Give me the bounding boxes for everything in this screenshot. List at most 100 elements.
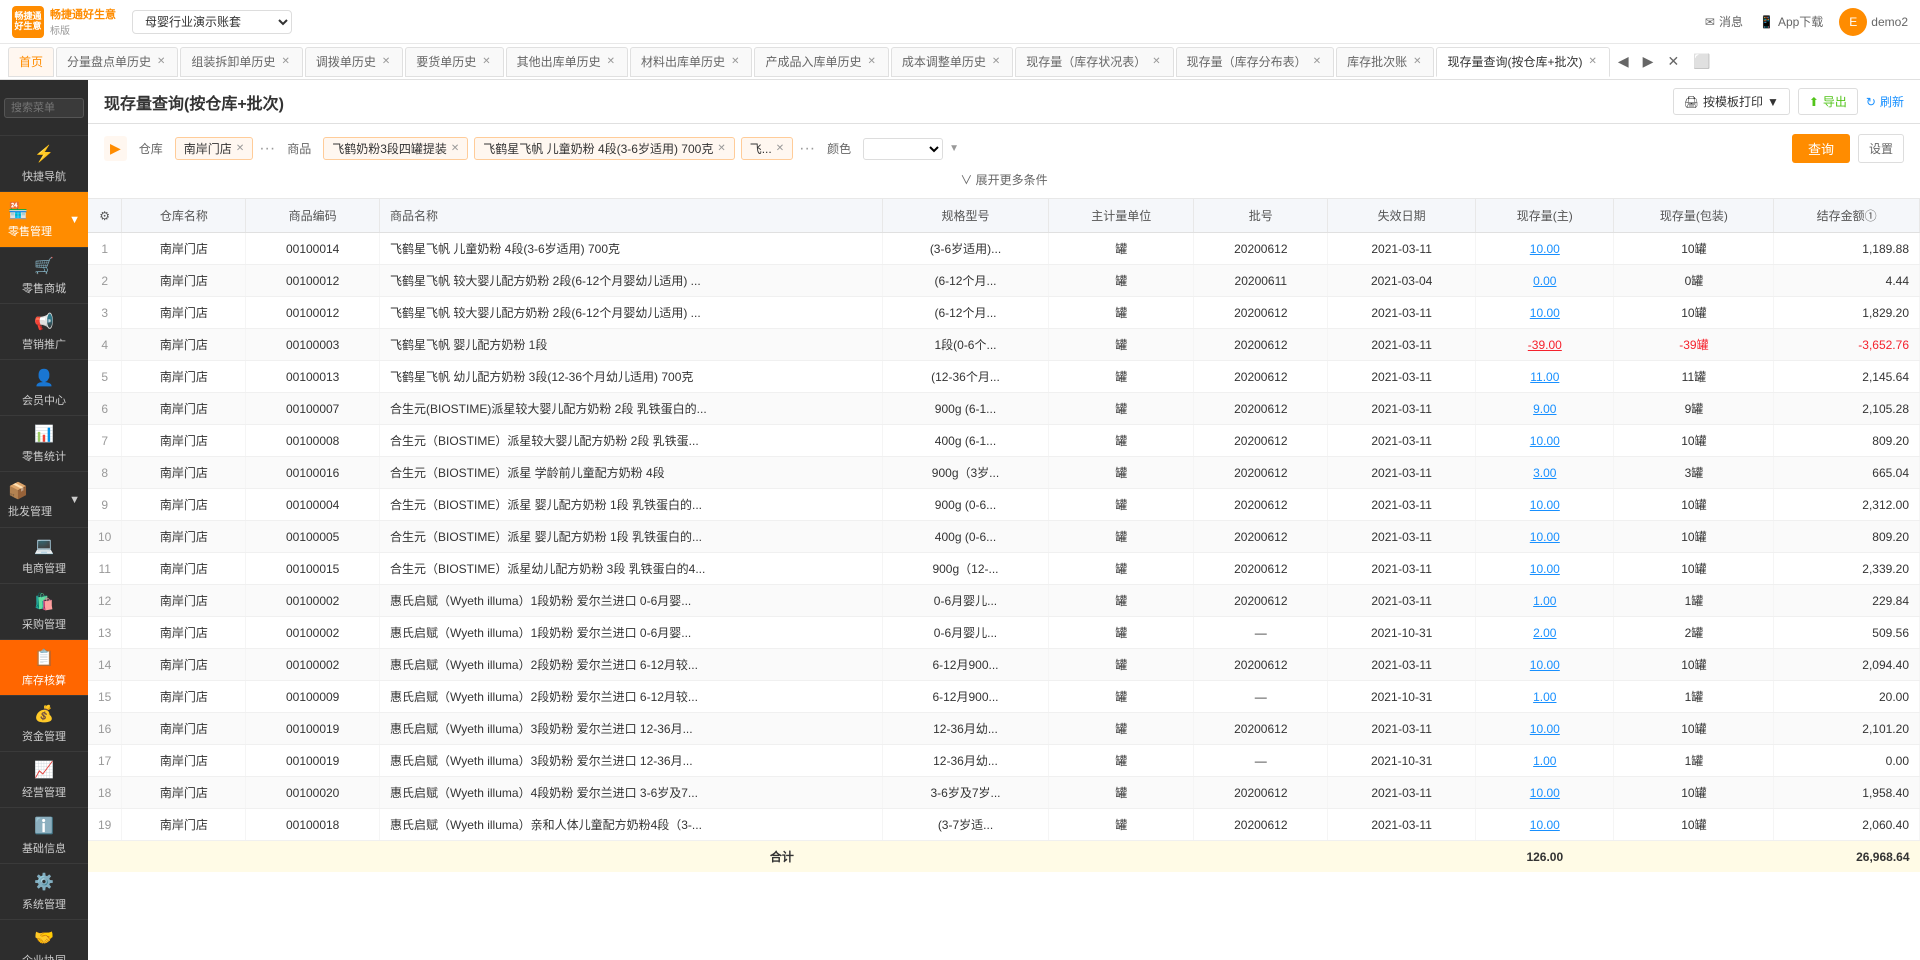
messages-btn[interactable]: ✉ 消息 <box>1705 13 1743 30</box>
tab-home[interactable]: 首页 <box>8 47 54 77</box>
tab-disassemble[interactable]: 组装拆卸单历史 ✕ <box>180 47 302 77</box>
product-tag-2-remove[interactable]: ✕ <box>717 143 725 154</box>
filter-expand-left-btn[interactable]: ▶ <box>104 136 127 161</box>
cell-warehouse: 南岸门店 <box>122 809 246 841</box>
tab-material-out-close[interactable]: ✕ <box>729 56 741 67</box>
sidebar-item-marketing[interactable]: 📢 营销推广 <box>0 304 88 360</box>
sidebar-item-member-center[interactable]: 👤 会员中心 <box>0 360 88 416</box>
product-tag-group: 飞鹤奶粉3段四罐提装 ✕ 飞鹤星飞帆 儿童奶粉 4段(3-6岁适用) 700克 … <box>323 137 815 160</box>
tab-close-all-btn[interactable]: ✕ <box>1661 49 1685 74</box>
tab-mix-close[interactable]: ✕ <box>380 56 392 67</box>
user-area[interactable]: E demo2 <box>1839 8 1908 36</box>
top-bar: 畅捷通好生意 畅捷通好生意 标版 母婴行业演示账套 ✉ 消息 📱 App下载 E… <box>0 0 1920 44</box>
app-download-btn[interactable]: 📱 App下载 <box>1759 13 1823 30</box>
table-row: 10 南岸门店 00100005 合生元（BIOSTIME）派星 婴儿配方奶粉 … <box>88 521 1920 553</box>
cell-code: 00100013 <box>246 361 380 393</box>
sidebar-item-system[interactable]: ⚙️ 系统管理 <box>0 864 88 920</box>
warehouse-more-btn[interactable]: ··· <box>259 140 275 158</box>
tab-stock-status[interactable]: 现存量（库存状况表） ✕ <box>1015 47 1173 77</box>
cell-code: 00100012 <box>246 297 380 329</box>
cell-batch: 20200612 <box>1194 585 1328 617</box>
tab-stock-dist[interactable]: 现存量（库存分布表） ✕ <box>1176 47 1334 77</box>
tab-current-stock-close[interactable]: ✕ <box>1587 56 1599 67</box>
sidebar-item-ecommerce[interactable]: 💻 电商管理 <box>0 528 88 584</box>
tab-product-in-close[interactable]: ✕ <box>865 56 877 67</box>
sidebar-item-enterprise[interactable]: 🤝 企业协同 <box>0 920 88 960</box>
cell-qty-main: 10.00 <box>1476 521 1614 553</box>
cell-warehouse: 南岸门店 <box>122 297 246 329</box>
sidebar-item-finance[interactable]: 💰 资金管理 <box>0 696 88 752</box>
query-btn[interactable]: 查询 <box>1792 134 1850 163</box>
sidebar-item-retail-mgmt[interactable]: 🏪 零售管理 ▼ <box>0 192 88 248</box>
tab-disassemble-close[interactable]: ✕ <box>279 56 291 67</box>
tab-other-out[interactable]: 其他出库单历史 ✕ <box>506 47 628 77</box>
tab-prev-btn[interactable]: ◀ <box>1612 49 1635 74</box>
product-tag-3-remove[interactable]: ✕ <box>776 143 784 154</box>
cell-amount: 1,958.40 <box>1774 777 1920 809</box>
tab-bar: 首页 分量盘点单历史 ✕ 组装拆卸单历史 ✕ 调拨单历史 ✕ 要货单历史 ✕ 其… <box>0 44 1920 80</box>
tab-req-close[interactable]: ✕ <box>480 56 492 67</box>
cell-qty-main: 10.00 <box>1476 553 1614 585</box>
cell-index: 8 <box>88 457 122 489</box>
cell-index: 5 <box>88 361 122 393</box>
tab-batch-voucher[interactable]: 库存批次账 ✕ <box>1336 47 1434 77</box>
tab-other-out-close[interactable]: ✕ <box>605 56 617 67</box>
tab-batch-voucher-close[interactable]: ✕ <box>1411 56 1423 67</box>
table-header: ⚙ 仓库名称 商品编码 商品名称 规格型号 主计量单位 批号 失效日期 现存量(… <box>88 199 1920 233</box>
expand-more-btn[interactable]: ∨ 展开更多条件 <box>960 171 1047 188</box>
warehouse-tag-remove[interactable]: ✕ <box>236 143 244 154</box>
print-btn[interactable]: 🖨 按模板打印 ▼ <box>1673 88 1790 115</box>
tab-split[interactable]: 分量盘点单历史 ✕ <box>56 47 178 77</box>
cell-batch: 20200612 <box>1194 777 1328 809</box>
sidebar-item-inventory[interactable]: 📋 库存核算 <box>0 640 88 696</box>
search-menu-input[interactable] <box>4 98 84 118</box>
product-tag-1-remove[interactable]: ✕ <box>451 143 459 154</box>
refresh-btn[interactable]: ↻ 刷新 <box>1866 93 1904 110</box>
sidebar-item-retail-shop[interactable]: 🛒 零售商城 <box>0 248 88 304</box>
settings-btn[interactable]: 设置 <box>1858 134 1904 163</box>
tab-mix[interactable]: 调拨单历史 ✕ <box>305 47 403 77</box>
tab-next-btn[interactable]: ▶ <box>1637 49 1660 74</box>
sidebar-item-quick-nav[interactable]: ⚡ 快捷导航 <box>0 136 88 192</box>
cell-unit: 罐 <box>1048 649 1194 681</box>
tab-product-in[interactable]: 产成品入库单历史 ✕ <box>754 47 888 77</box>
sidebar-item-retail-stats[interactable]: 📊 零售统计 <box>0 416 88 472</box>
color-select[interactable] <box>863 138 943 160</box>
cell-spec: 3-6岁及7岁... <box>883 777 1049 809</box>
system-selector[interactable]: 母婴行业演示账套 <box>132 10 292 34</box>
tab-stock-status-close[interactable]: ✕ <box>1150 56 1162 67</box>
sidebar-item-purchase[interactable]: 🛍️ 采购管理 <box>0 584 88 640</box>
ecommerce-label: 电商管理 <box>22 560 66 576</box>
cell-name: 合生元（BIOSTIME）派星 学龄前儿童配方奶粉 4段 <box>379 457 882 489</box>
tab-split-close[interactable]: ✕ <box>155 56 167 67</box>
tab-home-label: 首页 <box>19 53 43 70</box>
sidebar-item-basic-info[interactable]: ℹ️ 基础信息 <box>0 808 88 864</box>
tab-current-stock[interactable]: 现存量查询(按仓库+批次) ✕ <box>1436 47 1609 77</box>
cell-expiry: 2021-10-31 <box>1328 617 1476 649</box>
tab-material-out[interactable]: 材料出库单历史 ✕ <box>630 47 752 77</box>
tab-maximize-btn[interactable]: ⬜ <box>1687 49 1716 74</box>
col-expiry: 失效日期 <box>1328 199 1476 233</box>
sidebar-item-operations[interactable]: 📈 经营管理 <box>0 752 88 808</box>
tab-mix-label: 调拨单历史 <box>316 53 376 70</box>
cell-amount: 4.44 <box>1774 265 1920 297</box>
col-settings[interactable]: ⚙ <box>88 199 122 233</box>
cell-batch: 20200612 <box>1194 649 1328 681</box>
cell-index: 2 <box>88 265 122 297</box>
export-btn[interactable]: ⬆ 导出 <box>1798 88 1858 115</box>
sidebar-item-wholesale[interactable]: 📦 批发管理 ▼ <box>0 472 88 528</box>
retail-mgmt-icon: 🏪 <box>8 201 28 221</box>
tab-req[interactable]: 要货单历史 ✕ <box>405 47 503 77</box>
cell-qty-main: 2.00 <box>1476 617 1614 649</box>
cell-warehouse: 南岸门店 <box>122 681 246 713</box>
tab-cost-adjust[interactable]: 成本调整单历史 ✕ <box>891 47 1013 77</box>
cell-expiry: 2021-03-11 <box>1328 297 1476 329</box>
tab-stock-dist-close[interactable]: ✕ <box>1311 56 1323 67</box>
cell-expiry: 2021-03-11 <box>1328 553 1476 585</box>
cell-unit: 罐 <box>1048 777 1194 809</box>
product-more-btn[interactable]: ··· <box>799 140 815 158</box>
page-title: 现存量查询(按仓库+批次) <box>104 90 284 114</box>
retail-mgmt-arrow: ▼ <box>69 214 80 226</box>
tab-cost-adjust-close[interactable]: ✕ <box>990 56 1002 67</box>
cell-amount: 809.20 <box>1774 521 1920 553</box>
